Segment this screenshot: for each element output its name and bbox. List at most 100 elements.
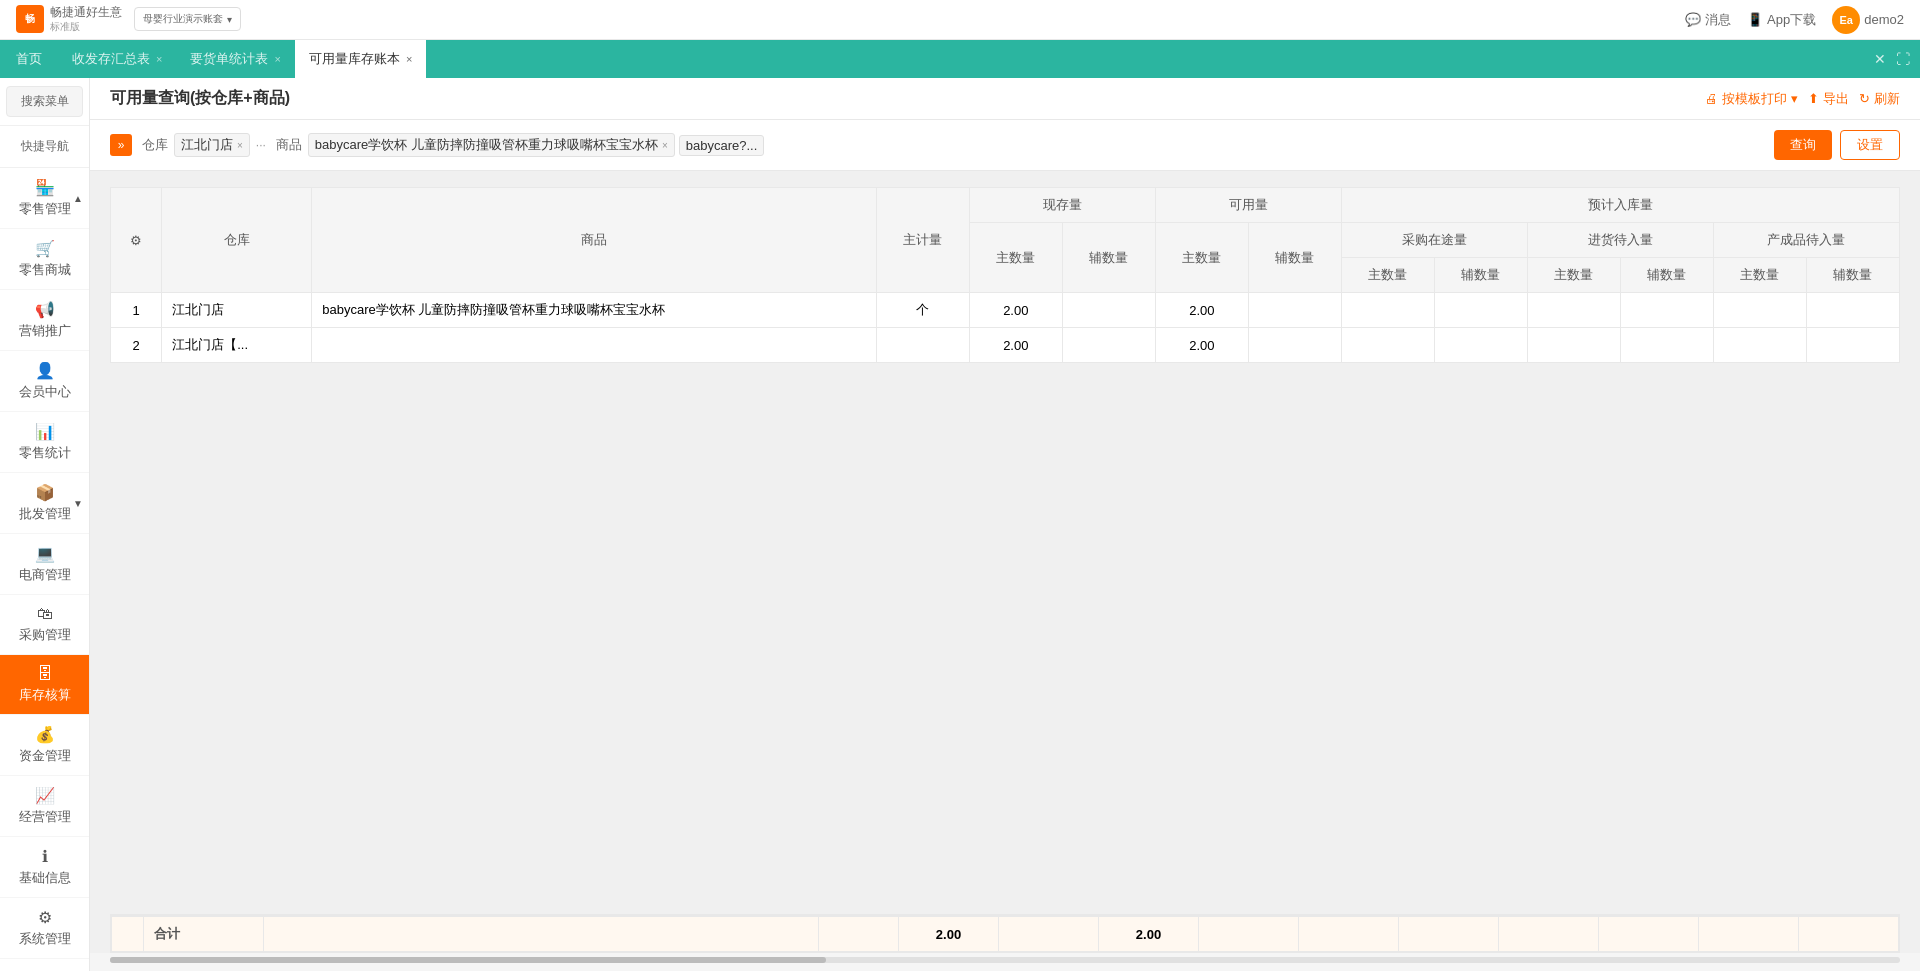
th-settings[interactable]: ⚙ — [111, 188, 162, 293]
table-row: 2 江北门店【... 2.00 2.00 — [111, 328, 1900, 363]
th-planned-inbound: 预计入库量 — [1341, 188, 1899, 223]
fullscreen-icon[interactable]: ⛶ — [1896, 51, 1910, 67]
top-bar-right: 💬 消息 📱 App下载 Ea demo2 — [1685, 6, 1904, 34]
tab-order[interactable]: 要货单统计表 × — [176, 40, 294, 78]
row-available-sub — [1248, 328, 1341, 363]
row-warehouse: 江北门店 — [162, 293, 312, 328]
warehouse-tag-jiangbei[interactable]: 江北门店 × — [174, 133, 250, 157]
sidebar-nav: 快捷导航 — [0, 126, 89, 168]
th-incoming-pending: 进货待入量 — [1527, 223, 1713, 258]
sidebar-item-finance[interactable]: 💰 资金管理 — [0, 715, 89, 776]
row-incoming-main — [1527, 293, 1620, 328]
tab-receive-close[interactable]: × — [156, 53, 162, 65]
sidebar-item-marketing[interactable]: 📢 营销推广 — [0, 290, 89, 351]
sidebar-item-enterprise[interactable]: 🤝 企业协同 — [0, 959, 89, 971]
filter-expand-btn[interactable]: » — [110, 134, 132, 156]
close-all-icon[interactable]: ✕ — [1874, 51, 1886, 67]
th-available-sub: 辅数量 — [1248, 223, 1341, 293]
sidebar-item-basic-info[interactable]: ℹ 基础信息 — [0, 837, 89, 898]
row-prod-main — [1713, 293, 1806, 328]
warehouse-tag-label: 江北门店 — [181, 136, 233, 154]
sidebar-item-system[interactable]: ⚙ 系统管理 — [0, 898, 89, 959]
message-icon: 💬 — [1685, 12, 1701, 27]
sidebar-item-purchase[interactable]: 🛍 采购管理 — [0, 595, 89, 655]
product-tag-2[interactable]: babycare?... — [679, 135, 765, 156]
settings-btn[interactable]: 设置 — [1840, 130, 1900, 160]
warehouse-tag-close[interactable]: × — [237, 140, 243, 151]
page-header: 可用量查询(按仓库+商品) 🖨 按模板打印 ▾ ⬆ 导出 ↻ 刷新 — [90, 78, 1920, 120]
sidebar-item-retail-stats[interactable]: 📊 零售统计 — [0, 412, 89, 473]
sidebar-item-member-label: 会员中心 — [19, 383, 71, 401]
table-wrapper: ⚙ 仓库 商品 主计量 现存量 可用量 预计入库量 主数量 辅数量 主数量 辅数… — [90, 171, 1920, 914]
phone-icon: 📱 — [1747, 12, 1763, 27]
print-btn[interactable]: 🖨 按模板打印 ▾ — [1705, 90, 1798, 108]
row-current-sub — [1062, 328, 1155, 363]
settings-icon[interactable]: ⚙ — [130, 233, 142, 248]
row-num: 1 — [111, 293, 162, 328]
row-unit: 个 — [876, 293, 969, 328]
user-menu[interactable]: Ea demo2 — [1832, 6, 1904, 34]
main-layout: 搜索菜单 快捷导航 🏪 零售管理 ▲ 🛒 零售商城 📢 营销推广 👤 会员中心 — [0, 78, 1920, 971]
row-pur-transit-main — [1341, 293, 1434, 328]
sidebar: 搜索菜单 快捷导航 🏪 零售管理 ▲ 🛒 零售商城 📢 营销推广 👤 会员中心 — [0, 78, 90, 971]
sidebar-item-ecommerce-label: 电商管理 — [19, 566, 71, 584]
export-btn[interactable]: ⬆ 导出 — [1808, 90, 1849, 108]
tab-home[interactable]: 首页 — [0, 40, 58, 78]
app-download-btn[interactable]: 📱 App下载 — [1747, 11, 1816, 29]
chevron-icon-print: ▾ — [1791, 91, 1798, 106]
retail-stats-icon: 📊 — [35, 422, 55, 441]
tab-receive[interactable]: 收发存汇总表 × — [58, 40, 176, 78]
warehouse-filter-more[interactable]: ··· — [256, 138, 266, 152]
product-tag-1[interactable]: babycare学饮杯 儿童防摔防撞吸管杯重力球吸嘴杯宝宝水杯 × — [308, 133, 675, 157]
bottom-scroll — [90, 953, 1920, 971]
row-current-sub — [1062, 293, 1155, 328]
th-production-pending: 产成品待入量 — [1713, 223, 1899, 258]
logo-area: 畅 畅捷通好生意 标准版 — [16, 5, 122, 33]
sidebar-item-inventory[interactable]: 🗄 库存核算 — [0, 655, 89, 715]
data-table: ⚙ 仓库 商品 主计量 现存量 可用量 预计入库量 主数量 辅数量 主数量 辅数… — [110, 187, 1900, 363]
tab-bar-actions: ✕ ⛶ — [1864, 40, 1920, 78]
product-filter-group: 商品 babycare学饮杯 儿童防摔防撞吸管杯重力球吸嘴杯宝宝水杯 × bab… — [276, 133, 764, 157]
scroll-track[interactable] — [110, 957, 1900, 963]
refresh-label: 刷新 — [1874, 90, 1900, 108]
sidebar-item-quick-nav[interactable]: 快捷导航 — [0, 130, 89, 163]
th-available: 可用量 — [1155, 188, 1341, 223]
message-btn[interactable]: 💬 消息 — [1685, 11, 1731, 29]
sidebar-top: 搜索菜单 — [0, 78, 89, 126]
th-incoming-sub: 辅数量 — [1620, 258, 1713, 293]
footer-available-main: 2.00 — [1099, 917, 1199, 952]
sidebar-item-purchase-label: 采购管理 — [19, 626, 71, 644]
logo-icon: 畅 — [16, 5, 44, 33]
retail-mall-icon: 🛒 — [35, 239, 55, 258]
tab-available-close[interactable]: × — [406, 53, 412, 65]
sidebar-item-inventory-label: 库存核算 — [19, 686, 71, 704]
avatar: Ea — [1832, 6, 1860, 34]
tab-order-label: 要货单统计表 — [190, 50, 268, 68]
industry-selector[interactable]: 母婴行业演示账套 ▾ — [134, 7, 241, 31]
sidebar-section: 🏪 零售管理 ▲ 🛒 零售商城 📢 营销推广 👤 会员中心 📊 零售统计 — [0, 168, 89, 971]
th-warehouse: 仓库 — [162, 188, 312, 293]
tab-bar: 首页 收发存汇总表 × 要货单统计表 × 可用量库存账本 × ✕ ⛶ — [0, 40, 1920, 78]
ecommerce-icon: 💻 — [35, 544, 55, 563]
tab-available[interactable]: 可用量库存账本 × — [295, 40, 426, 78]
product-tag-2-label: babycare?... — [686, 138, 758, 153]
row-num: 2 — [111, 328, 162, 363]
search-menu-btn[interactable]: 搜索菜单 — [6, 86, 83, 117]
sidebar-item-retail-mgmt[interactable]: 🏪 零售管理 ▲ — [0, 168, 89, 229]
sidebar-item-ecommerce[interactable]: 💻 电商管理 — [0, 534, 89, 595]
member-icon: 👤 — [35, 361, 55, 380]
product-tag-1-close[interactable]: × — [662, 140, 668, 151]
th-prod-sub: 辅数量 — [1806, 258, 1899, 293]
query-btn[interactable]: 查询 — [1774, 130, 1832, 160]
sidebar-item-retail-mall[interactable]: 🛒 零售商城 — [0, 229, 89, 290]
sidebar-item-member[interactable]: 👤 会员中心 — [0, 351, 89, 412]
th-purchase-transit: 采购在途量 — [1341, 223, 1527, 258]
product-filter-tags: babycare学饮杯 儿童防摔防撞吸管杯重力球吸嘴杯宝宝水杯 × babyca… — [308, 133, 764, 157]
scroll-thumb[interactable] — [110, 957, 826, 963]
sidebar-item-operations[interactable]: 📈 经营管理 — [0, 776, 89, 837]
sidebar-item-wholesale-mgmt[interactable]: 📦 批发管理 ▼ — [0, 473, 89, 534]
refresh-btn[interactable]: ↻ 刷新 — [1859, 90, 1900, 108]
print-label: 按模板打印 — [1722, 90, 1787, 108]
tab-order-close[interactable]: × — [274, 53, 280, 65]
row-available-main: 2.00 — [1155, 328, 1248, 363]
